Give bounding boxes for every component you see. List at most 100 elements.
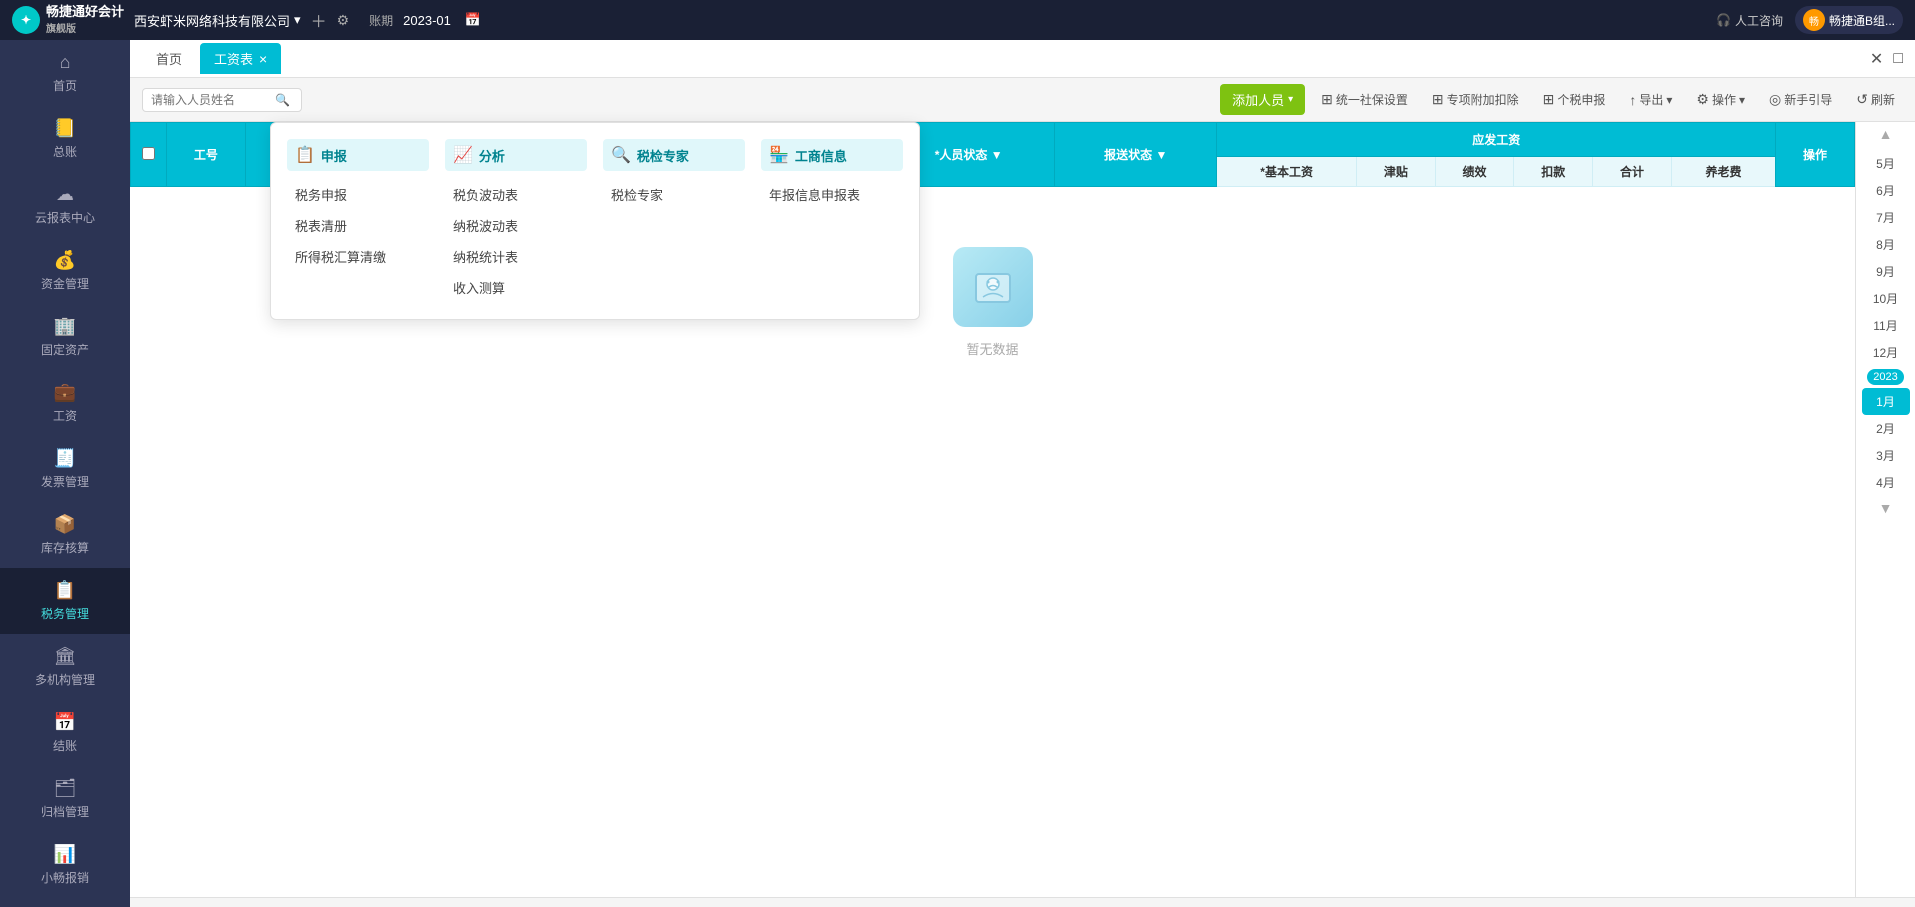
operate-icon: ⚙ (1696, 91, 1709, 108)
th-deduct: 扣款 (1514, 157, 1593, 187)
business-icon: 🏪 (769, 145, 789, 165)
app-name: 畅捷通好会计 (46, 5, 124, 19)
popup-section-expert: 🔍 税检专家 税检专家 (603, 139, 745, 303)
calendar-up-nav[interactable]: ▲ (1875, 122, 1897, 146)
search-input[interactable] (151, 93, 271, 107)
headset-icon: 🎧 (1716, 13, 1731, 27)
settings-icon[interactable]: ⚙ (337, 12, 350, 29)
sidebar-item-multi[interactable]: 🏛 多机构管理 (0, 634, 130, 700)
tax-report-btn[interactable]: ⊞ 个税申报 (1535, 86, 1614, 113)
search-input-wrap: 🔍 (142, 88, 302, 112)
cal-month-8[interactable]: 8月 (1862, 231, 1910, 258)
period-label: 账期 (369, 12, 393, 29)
window-close-button[interactable]: ✕ (1870, 49, 1883, 69)
popup-grid: 📋 申报 税务申报 税表清册 所得税汇算清缴 📈 分析 税负波动表 纳税波动表 … (287, 139, 903, 303)
menu-item-annual-report[interactable]: 年报信息申报表 (761, 179, 903, 210)
sidebar-item-settle[interactable]: 📅 结账 (0, 700, 130, 766)
calendar-down-nav[interactable]: ▼ (1875, 496, 1897, 520)
service-btn[interactable]: 🎧 人工咨询 (1716, 12, 1783, 29)
tab-salary-table[interactable]: 工资表 × (200, 43, 281, 74)
menu-item-income-estimate[interactable]: 收入测算 (445, 272, 587, 303)
cal-month-9[interactable]: 9月 (1862, 258, 1910, 285)
sidebar-item-cloud[interactable]: ☁ 云报表中心 (0, 172, 130, 238)
tax-icon: 📋 (54, 580, 76, 601)
select-all-checkbox[interactable] (142, 147, 155, 160)
menu-item-tax-statistics[interactable]: 纳税统计表 (445, 241, 587, 272)
sidebar-item-invoice[interactable]: 🧾 发票管理 (0, 436, 130, 502)
export-btn[interactable]: ↑ 导出 ▾ (1621, 86, 1680, 113)
th-performance: 绩效 (1435, 157, 1514, 187)
sidebar-item-label: 结账 (53, 737, 77, 754)
business-title: 工商信息 (795, 146, 847, 165)
calendar-icon[interactable]: 📅 (465, 12, 481, 28)
menu-item-tax-register[interactable]: 税表清册 (287, 210, 429, 241)
assets-icon: 🏢 (54, 316, 76, 337)
cal-month-10[interactable]: 10月 (1862, 285, 1910, 312)
tax-report-icon: ⊞ (1543, 91, 1555, 108)
popup-section-header-declaration: 📋 申报 (287, 139, 429, 171)
user-menu[interactable]: 畅 畅捷通B组... (1795, 6, 1903, 34)
th-operations: 操作 (1776, 123, 1855, 187)
cal-month-3[interactable]: 3月 (1862, 442, 1910, 469)
sidebar-item-report[interactable]: 📊 小畅报销 (0, 832, 130, 898)
menu-item-tax-declaration[interactable]: 税务申报 (287, 179, 429, 210)
top-header: ✦ 畅捷通好会计 旗舰版 西安虾米网络科技有限公司 ▾ ＋ ⚙ 账期 2023-… (0, 0, 1915, 40)
cal-month-7[interactable]: 7月 (1862, 204, 1910, 231)
sidebar-item-tax[interactable]: 📋 税务管理 (0, 568, 130, 634)
app-sub: 旗舰版 (46, 20, 124, 35)
tab-close-icon[interactable]: × (259, 51, 267, 67)
cal-month-11[interactable]: 11月 (1862, 312, 1910, 339)
popup-section-header-business: 🏪 工商信息 (761, 139, 903, 171)
sidebar-item-label: 库存核算 (41, 539, 89, 556)
tab-bar: 首页 工资表 × ✕ □ (130, 40, 1915, 78)
refresh-btn[interactable]: ↺ 刷新 (1848, 86, 1903, 113)
avatar: 畅 (1803, 9, 1825, 31)
cal-month-1[interactable]: 1月 (1862, 388, 1910, 415)
add-company-icon[interactable]: ＋ (311, 8, 327, 32)
menu-item-tax-burden[interactable]: 税负波动表 (445, 179, 587, 210)
cal-month-6[interactable]: 6月 (1862, 177, 1910, 204)
tab-home[interactable]: 首页 (142, 43, 196, 74)
deduction-btn[interactable]: ⊞ 专项附加扣除 (1424, 86, 1527, 113)
sidebar-item-label: 工资 (53, 407, 77, 424)
main-layout: ⌂ 首页 📒 总账 ☁ 云报表中心 💰 资金管理 🏢 固定资产 💼 工资 🧾 发… (0, 40, 1915, 907)
window-maximize-button[interactable]: □ (1893, 50, 1903, 68)
sidebar-item-settings[interactable]: ⚙ 基础设置 (0, 898, 130, 907)
menu-item-income-tax[interactable]: 所得税汇算清缴 (287, 241, 429, 272)
sidebar-item-archive[interactable]: 🗂 归档管理 (0, 766, 130, 832)
fund-icon: 💰 (54, 250, 76, 271)
sidebar-item-label: 固定资产 (41, 341, 89, 358)
cal-month-12[interactable]: 12月 (1862, 339, 1910, 366)
sidebar-item-salary[interactable]: 💼 工资 (0, 370, 130, 436)
toolbar: 🔍 添加人员 ▾ ⊞ 统一社保设置 ⊞ 专项附加扣除 ⊞ 个税申报 ↑ 导出 (130, 78, 1915, 122)
menu-item-tax-fluctuation[interactable]: 纳税波动表 (445, 210, 587, 241)
add-person-button[interactable]: 添加人员 ▾ (1220, 84, 1305, 115)
operate-btn[interactable]: ⚙ 操作 ▾ (1688, 86, 1753, 113)
sidebar-item-label: 归档管理 (41, 803, 89, 820)
no-data-icon (953, 247, 1033, 327)
sidebar-item-ledger[interactable]: 📒 总账 (0, 106, 130, 172)
sidebar-item-inventory[interactable]: 📦 库存核算 (0, 502, 130, 568)
sidebar-item-home[interactable]: ⌂ 首页 (0, 40, 130, 106)
deduction-icon: ⊞ (1432, 91, 1444, 108)
social-insurance-btn[interactable]: ⊞ 统一社保设置 (1313, 86, 1416, 113)
no-data-text: 暂无数据 (966, 339, 1018, 358)
cal-month-2[interactable]: 2月 (1862, 415, 1910, 442)
guide-btn[interactable]: ◎ 新手引导 (1761, 86, 1840, 113)
sidebar-item-fund[interactable]: 💰 资金管理 (0, 238, 130, 304)
sidebar-item-assets[interactable]: 🏢 固定资产 (0, 304, 130, 370)
cal-month-5[interactable]: 5月 (1862, 150, 1910, 177)
sidebar-item-label: 资金管理 (41, 275, 89, 292)
expert-title: 税检专家 (637, 146, 689, 165)
declaration-icon: 📋 (295, 145, 315, 165)
guide-toolbar-icon: ◎ (1769, 91, 1781, 108)
archive-icon: 🗂 (54, 778, 77, 799)
invoice-icon: 🧾 (54, 448, 76, 469)
search-icon: 🔍 (275, 93, 290, 107)
content-area: 首页 工资表 × ✕ □ 🔍 添加人员 ▾ (130, 40, 1915, 907)
th-checkbox (131, 123, 167, 187)
cal-month-4[interactable]: 4月 (1862, 469, 1910, 496)
social-icon: ⊞ (1321, 91, 1333, 108)
company-selector[interactable]: 西安虾米网络科技有限公司 ▾ (134, 11, 301, 30)
menu-item-tax-expert[interactable]: 税检专家 (603, 179, 745, 210)
